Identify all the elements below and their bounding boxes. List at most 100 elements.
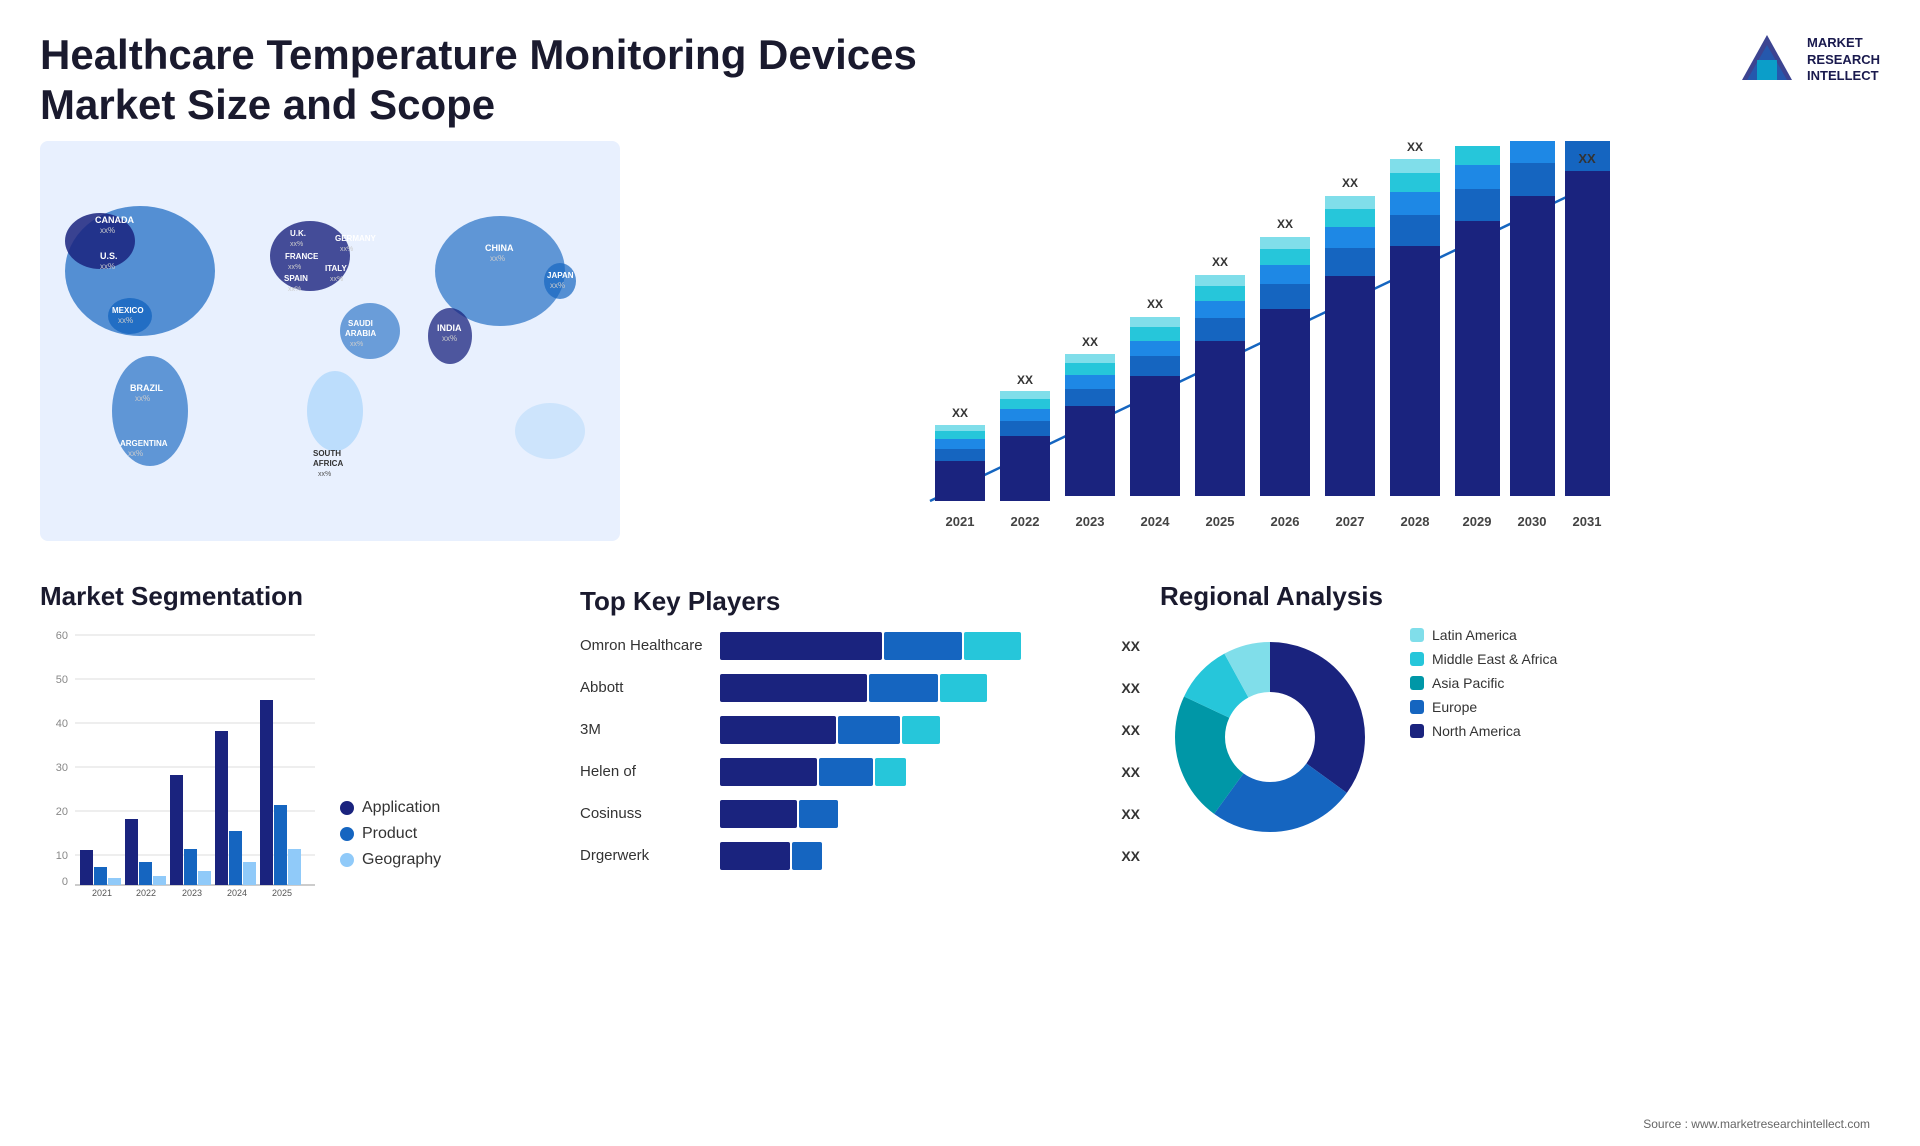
svg-text:MEXICO: MEXICO: [112, 306, 144, 315]
player-row-cosinuss: Cosinuss XX: [580, 800, 1140, 828]
player-value-omron: XX: [1121, 638, 1140, 654]
svg-text:XX: XX: [1578, 151, 1596, 166]
player-value-helen: XX: [1121, 764, 1140, 780]
bar-seg3: [940, 674, 986, 702]
legend-europe: Europe: [1410, 699, 1557, 715]
player-value-3m: XX: [1121, 722, 1140, 738]
svg-text:U.K.: U.K.: [290, 229, 306, 238]
svg-text:40: 40: [56, 718, 68, 730]
svg-text:2022: 2022: [136, 888, 156, 897]
svg-text:XX: XX: [1017, 373, 1033, 387]
bar-seg1: [720, 632, 882, 660]
legend-dot-application: [340, 801, 354, 815]
seg-legend: Application Product Geography: [340, 799, 441, 897]
player-name-helen: Helen of: [580, 763, 710, 780]
legend-middle-east-africa: Middle East & Africa: [1410, 651, 1557, 667]
player-bar-helen: [720, 758, 1106, 786]
bar-seg2: [819, 758, 873, 786]
regional-donut-chart: [1160, 627, 1380, 847]
svg-text:0: 0: [62, 876, 68, 888]
segmentation-chart: 60 50 40 30 20 10 0 2021: [40, 627, 320, 897]
legend-north-america: North America: [1410, 723, 1557, 739]
svg-text:ARABIA: ARABIA: [345, 329, 376, 338]
svg-text:CHINA: CHINA: [485, 243, 514, 253]
region-label-mea: Middle East & Africa: [1432, 651, 1557, 667]
player-name-drgerwerk: Drgerwerk: [580, 847, 710, 864]
player-bar-abbott: [720, 674, 1106, 702]
svg-text:xx%: xx%: [135, 394, 150, 403]
legend-dot-product: [340, 827, 354, 841]
player-row-omron: Omron Healthcare XX: [580, 632, 1140, 660]
bar-seg2: [792, 842, 823, 870]
growth-bar-chart: XX 2021 XX 2022 XX 2023 XX 20: [640, 141, 1880, 541]
player-name-cosinuss: Cosinuss: [580, 805, 710, 822]
region-dot-mea: [1410, 652, 1424, 666]
svg-text:60: 60: [56, 630, 68, 642]
bar-seg3: [964, 632, 1022, 660]
svg-text:2023: 2023: [1076, 514, 1105, 529]
logo-text: MARKET RESEARCH INTELLECT: [1807, 35, 1880, 86]
svg-text:10: 10: [56, 850, 68, 862]
svg-text:SPAIN: SPAIN: [284, 274, 308, 283]
player-row-abbott: Abbott XX: [580, 674, 1140, 702]
bar-seg2: [869, 674, 939, 702]
regional-title: Regional Analysis: [1160, 581, 1880, 612]
svg-text:xx%: xx%: [442, 334, 457, 343]
svg-text:xx%: xx%: [340, 246, 353, 253]
legend-dot-geography: [340, 853, 354, 867]
bar-seg1: [720, 842, 790, 870]
logo: MARKET RESEARCH INTELLECT: [1737, 30, 1880, 90]
svg-text:xx%: xx%: [490, 254, 505, 263]
svg-text:ITALY: ITALY: [325, 264, 347, 273]
legend-product: Product: [340, 825, 441, 843]
player-bar-3m: [720, 716, 1106, 744]
svg-text:2021: 2021: [946, 514, 975, 529]
svg-text:2028: 2028: [1401, 514, 1430, 529]
svg-text:xx%: xx%: [550, 281, 565, 290]
player-bar-cosinuss: [720, 800, 1106, 828]
bar-seg2: [838, 716, 900, 744]
legend-label-application: Application: [362, 799, 440, 817]
svg-text:SAUDI: SAUDI: [348, 319, 373, 328]
svg-text:XX: XX: [1342, 176, 1358, 190]
player-value-abbott: XX: [1121, 680, 1140, 696]
source-text: Source : www.marketresearchintellect.com: [1643, 1117, 1870, 1131]
player-name-omron: Omron Healthcare: [580, 637, 710, 654]
region-dot-latin-america: [1410, 628, 1424, 642]
world-map-svg: CANADA xx% U.S. xx% MEXICO xx% BRAZIL xx…: [40, 141, 620, 541]
svg-text:AFRICA: AFRICA: [313, 459, 343, 468]
player-name-3m: 3M: [580, 721, 710, 738]
region-dot-apac: [1410, 676, 1424, 690]
growth-chart-section: XX 2021 XX 2022 XX 2023 XX 20: [640, 141, 1880, 571]
svg-text:2024: 2024: [227, 888, 247, 897]
svg-text:XX: XX: [1147, 297, 1163, 311]
player-row-drgerwerk: Drgerwerk XX: [580, 842, 1140, 870]
svg-text:XX: XX: [1212, 255, 1228, 269]
svg-text:U.S.: U.S.: [100, 251, 118, 261]
player-bar-drgerwerk: [720, 842, 1106, 870]
segmentation-section: Market Segmentation 60 50 40 30 20 10 0: [40, 581, 560, 897]
svg-text:XX: XX: [952, 406, 968, 420]
svg-text:xx%: xx%: [100, 262, 115, 271]
svg-text:CANADA: CANADA: [95, 215, 134, 225]
region-dot-europe: [1410, 700, 1424, 714]
legend-label-product: Product: [362, 825, 417, 843]
svg-text:xx%: xx%: [288, 286, 301, 293]
svg-text:xx%: xx%: [100, 226, 115, 235]
svg-text:20: 20: [56, 806, 68, 818]
svg-text:2021: 2021: [92, 888, 112, 897]
svg-text:xx%: xx%: [350, 341, 363, 348]
svg-text:xx%: xx%: [128, 449, 143, 458]
svg-text:JAPAN: JAPAN: [547, 271, 574, 280]
player-row-helen: Helen of XX: [580, 758, 1140, 786]
svg-text:30: 30: [56, 762, 68, 774]
svg-text:GERMANY: GERMANY: [335, 234, 377, 243]
region-label-europe: Europe: [1432, 699, 1477, 715]
svg-text:2026: 2026: [1271, 514, 1300, 529]
legend-latin-america: Latin America: [1410, 627, 1557, 643]
svg-text:50: 50: [56, 674, 68, 686]
bar-seg3: [902, 716, 941, 744]
svg-text:2023: 2023: [182, 888, 202, 897]
bar-seg1: [720, 758, 817, 786]
header: Healthcare Temperature Monitoring Device…: [0, 0, 1920, 141]
